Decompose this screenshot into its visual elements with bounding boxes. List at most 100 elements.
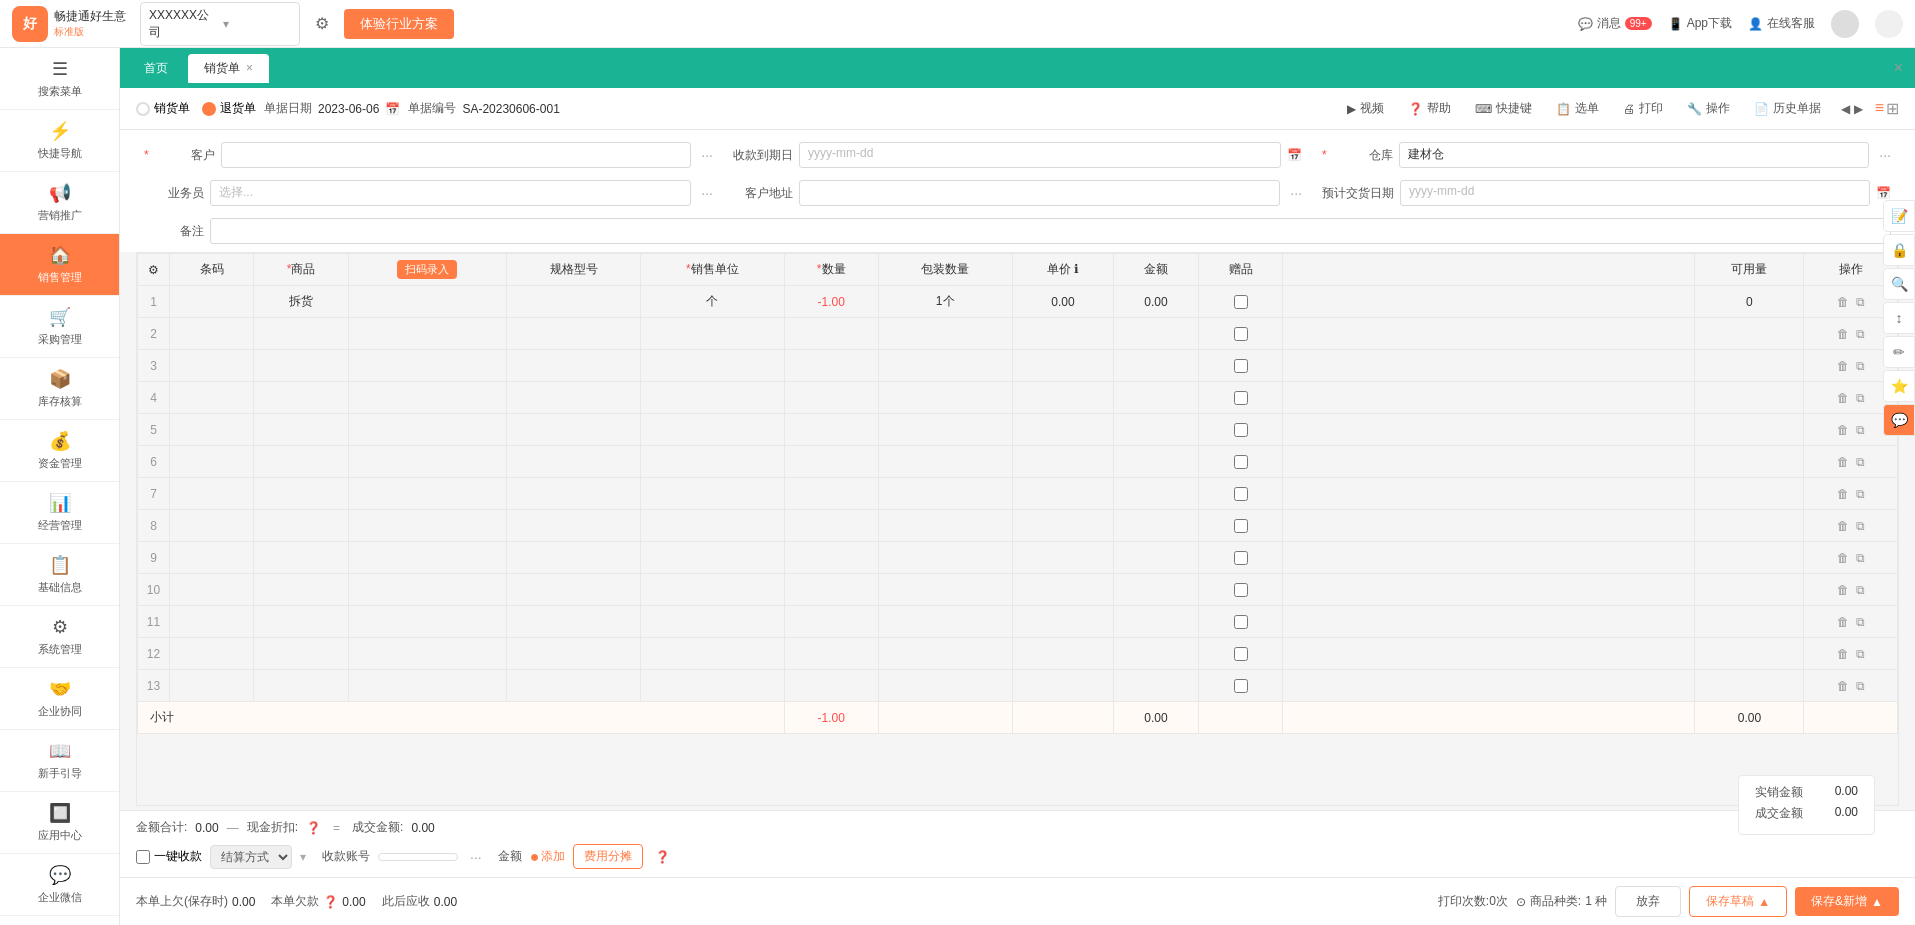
cell-barcode[interactable]	[170, 446, 254, 478]
cell-pack-qty[interactable]	[878, 574, 1012, 606]
cell-pack-qty[interactable]	[878, 542, 1012, 574]
list-view-icon[interactable]: ≡	[1875, 99, 1884, 118]
gift-checkbox[interactable]	[1234, 583, 1248, 597]
tab-close-icon[interactable]: ×	[246, 61, 253, 75]
cell-unit[interactable]	[641, 382, 785, 414]
discard-button[interactable]: 放弃	[1615, 886, 1681, 917]
salesperson-input[interactable]: 选择...	[210, 180, 691, 206]
gift-checkbox[interactable]	[1234, 679, 1248, 693]
due-date-input[interactable]: yyyy-mm-dd	[799, 142, 1281, 168]
sidebar-item-guide[interactable]: 📖 新手引导	[0, 730, 119, 792]
copy-icon[interactable]: ⧉	[1856, 391, 1865, 405]
cell-spec[interactable]	[507, 446, 641, 478]
copy-icon[interactable]: ⧉	[1856, 295, 1865, 309]
delete-icon[interactable]: 🗑	[1837, 647, 1849, 661]
cell-price[interactable]	[1012, 414, 1114, 446]
cell-price[interactable]	[1012, 606, 1114, 638]
delete-icon[interactable]: 🗑	[1837, 551, 1849, 565]
calendar-icon[interactable]: 📅	[385, 102, 400, 116]
gift-checkbox[interactable]	[1234, 423, 1248, 437]
cell-amount[interactable]	[1114, 350, 1198, 382]
save-draft-button[interactable]: 保存草稿 ▲	[1689, 886, 1787, 917]
history-button[interactable]: 📄 历史单据	[1746, 96, 1829, 121]
radio-return[interactable]: 退货单	[202, 100, 256, 117]
company-selector[interactable]: XXXXXX公司 ▾	[140, 2, 300, 46]
float-btn-5[interactable]: ✏	[1883, 336, 1915, 368]
copy-icon[interactable]: ⧉	[1856, 455, 1865, 469]
gift-checkbox[interactable]	[1234, 551, 1248, 565]
cell-price[interactable]	[1012, 574, 1114, 606]
add-payment-button[interactable]: ● 添加	[530, 848, 566, 866]
cell-product[interactable]	[254, 414, 348, 446]
cell-unit[interactable]	[641, 638, 785, 670]
gift-checkbox[interactable]	[1234, 359, 1248, 373]
sidebar-item-quicknav[interactable]: ⚡ 快捷导航	[0, 110, 119, 172]
customer-addr-input[interactable]	[799, 180, 1280, 206]
cell-pack-qty[interactable]	[878, 510, 1012, 542]
cell-qty[interactable]	[784, 382, 878, 414]
cell-product[interactable]	[254, 638, 348, 670]
online-service-button[interactable]: 👤 在线客服	[1748, 15, 1815, 32]
float-btn-1[interactable]: 📝	[1883, 200, 1915, 232]
cell-gift[interactable]	[1198, 318, 1282, 350]
print-button[interactable]: 🖨 打印	[1615, 96, 1671, 121]
cell-pack-qty[interactable]	[878, 638, 1012, 670]
gift-checkbox[interactable]	[1234, 647, 1248, 661]
cell-gift[interactable]	[1198, 478, 1282, 510]
cell-unit[interactable]	[641, 542, 785, 574]
cell-barcode[interactable]	[170, 350, 254, 382]
trial-button[interactable]: 体验行业方案	[344, 9, 454, 39]
cell-spec[interactable]	[507, 670, 641, 702]
cell-product[interactable]: 拆货	[254, 286, 348, 318]
cell-spec[interactable]	[507, 542, 641, 574]
cell-pack-qty[interactable]	[878, 670, 1012, 702]
cell-spec[interactable]	[507, 318, 641, 350]
one-key-payment-checkbox[interactable]: 一键收款	[136, 848, 202, 865]
cell-pack-qty[interactable]: 1个	[878, 286, 1012, 318]
cell-amount[interactable]	[1114, 382, 1198, 414]
cell-qty[interactable]	[784, 638, 878, 670]
cell-qty[interactable]	[784, 510, 878, 542]
cell-unit[interactable]	[641, 574, 785, 606]
delete-icon[interactable]: 🗑	[1837, 519, 1849, 533]
cell-spec[interactable]	[507, 606, 641, 638]
cell-price[interactable]	[1012, 446, 1114, 478]
cell-unit[interactable]	[641, 350, 785, 382]
expected-date-input[interactable]: yyyy-mm-dd	[1400, 180, 1870, 206]
close-window-icon[interactable]: ×	[1890, 55, 1907, 81]
expense-split-button[interactable]: 费用分摊	[573, 844, 643, 869]
note-input[interactable]	[210, 218, 1891, 244]
app-download-button[interactable]: 📱 App下载	[1668, 15, 1732, 32]
cell-gift[interactable]	[1198, 670, 1282, 702]
copy-icon[interactable]: ⧉	[1856, 327, 1865, 341]
cell-action[interactable]: 🗑 ⧉	[1804, 542, 1898, 574]
message-button[interactable]: 💬 消息 99+	[1578, 15, 1652, 32]
sidebar-item-enterprise[interactable]: 🤝 企业协同	[0, 668, 119, 730]
delete-icon[interactable]: 🗑	[1837, 359, 1849, 373]
cell-price[interactable]	[1012, 510, 1114, 542]
delete-icon[interactable]: 🗑	[1837, 455, 1849, 469]
cell-spec[interactable]	[507, 350, 641, 382]
gift-checkbox[interactable]	[1234, 295, 1248, 309]
cell-product[interactable]	[254, 318, 348, 350]
cell-gift[interactable]	[1198, 446, 1282, 478]
expected-date-calendar-icon[interactable]: 📅	[1876, 186, 1891, 200]
customer-addr-more-icon[interactable]: ···	[1290, 185, 1302, 201]
cell-spec[interactable]	[507, 638, 641, 670]
cell-product[interactable]	[254, 446, 348, 478]
delete-icon[interactable]: 🗑	[1837, 583, 1849, 597]
cell-amount[interactable]	[1114, 414, 1198, 446]
cell-amount[interactable]	[1114, 638, 1198, 670]
cell-barcode[interactable]	[170, 318, 254, 350]
cell-pack-qty[interactable]	[878, 478, 1012, 510]
cell-product[interactable]	[254, 574, 348, 606]
cell-unit[interactable]	[641, 478, 785, 510]
col-settings[interactable]: ⚙	[138, 254, 170, 286]
cell-barcode[interactable]	[170, 286, 254, 318]
cell-gift[interactable]	[1198, 574, 1282, 606]
delete-icon[interactable]: 🗑	[1837, 295, 1849, 309]
col-scan[interactable]: 扫码录入	[348, 254, 507, 286]
cell-barcode[interactable]	[170, 478, 254, 510]
cell-product[interactable]	[254, 606, 348, 638]
cell-amount[interactable]	[1114, 574, 1198, 606]
